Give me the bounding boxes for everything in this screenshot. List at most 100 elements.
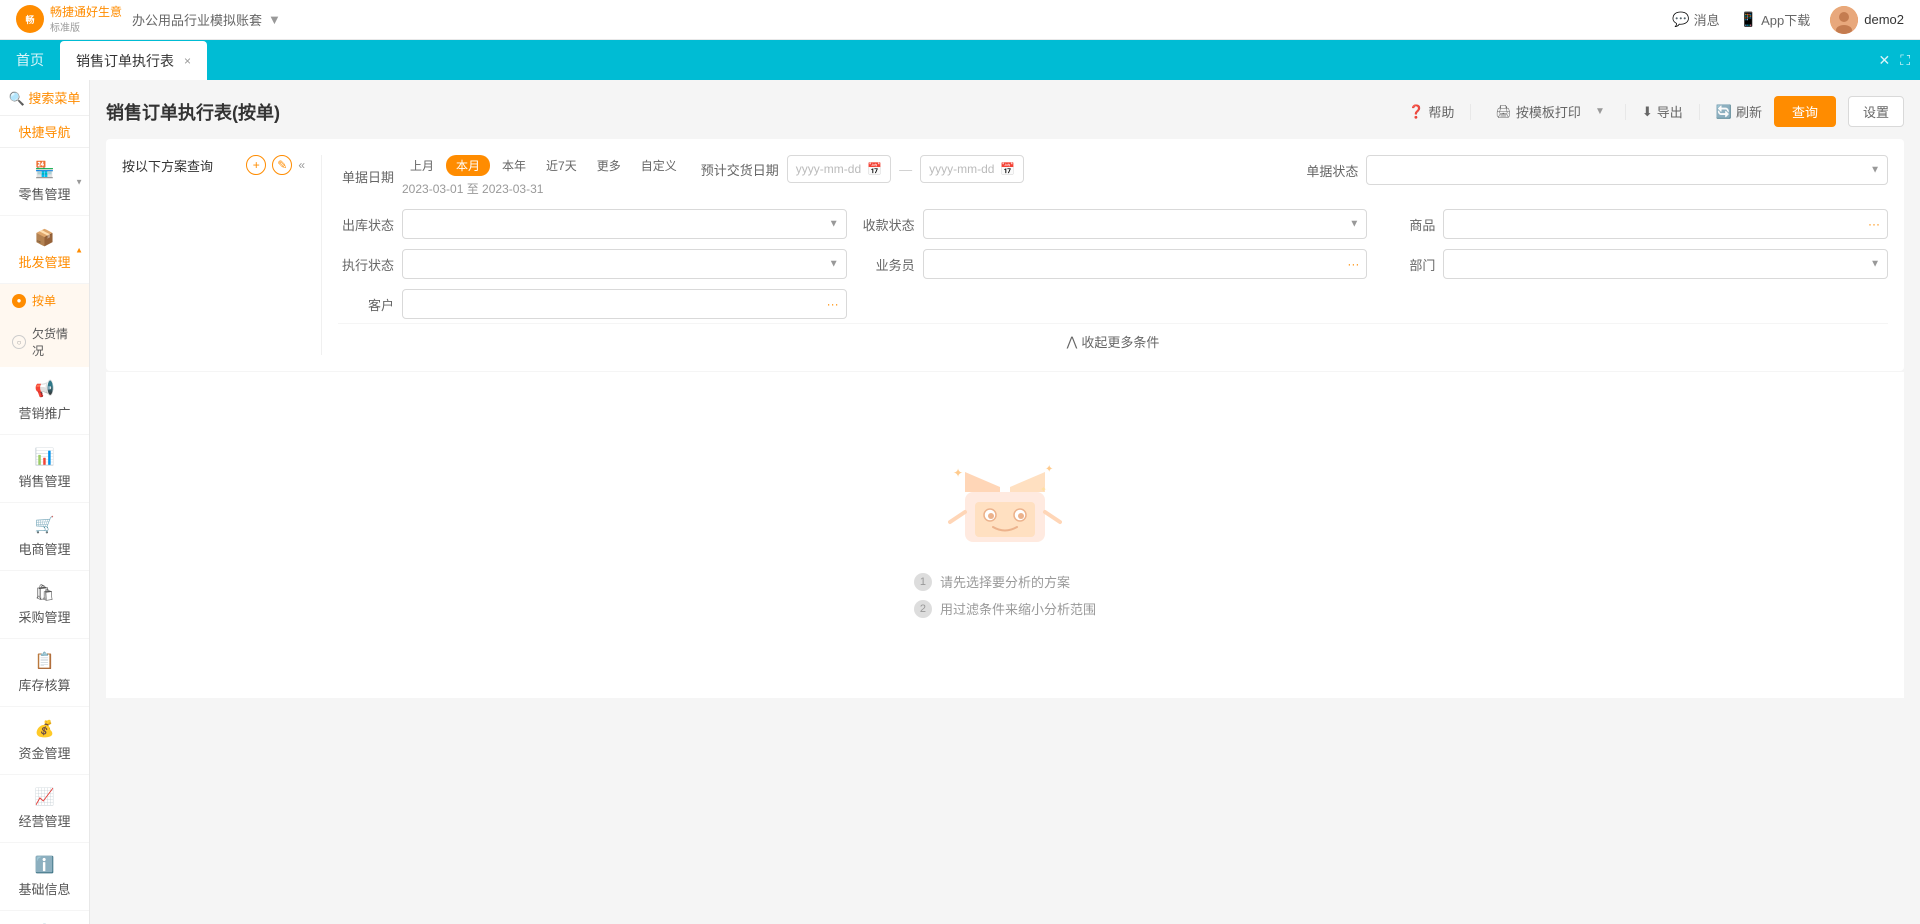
sidebar-sub-欠货情况-label: 欠货情况 (32, 325, 77, 359)
expected-date-end-input[interactable]: yyyy-mm-dd 📅 (920, 155, 1024, 183)
sidebar-quick-nav[interactable]: 快捷导航 (0, 116, 89, 148)
user-area[interactable]: demo2 (1830, 6, 1904, 34)
empty-illustration: ✦ ✦ ✦ (945, 452, 1065, 552)
sidebar-item-inventory[interactable]: 📋 库存核算 (0, 639, 89, 707)
expected-date-start-input[interactable]: yyyy-mm-dd 📅 (787, 155, 891, 183)
sidebar-item-retail[interactable]: 🏪 零售管理 (0, 148, 89, 216)
divider1 (1470, 104, 1471, 120)
doc-status-select[interactable] (1366, 155, 1888, 185)
logo-text-area: 畅捷通好生意 标准版 (50, 5, 122, 34)
empty-tips: 1 请先选择要分析的方案 2 用过滤条件来缩小分析范围 (914, 572, 1096, 618)
date-btn-last-month[interactable]: 上月 (402, 155, 442, 176)
stock-status-label: 出库状态 (338, 215, 394, 234)
sidebar-sub-按单-label: 按单 (32, 292, 56, 309)
tab-sales-exec-label: 销售订单执行表 (76, 51, 174, 71)
sidebar-item-ecommerce[interactable]: 🛒 电商管理 (0, 503, 89, 571)
date-btn-this-month[interactable]: 本月 (446, 155, 490, 176)
breadcrumb: 办公用品行业模拟账套 ▼ (132, 10, 281, 29)
goods-more-btn[interactable]: ··· (1868, 217, 1880, 231)
empty-tip-1-text: 请先选择要分析的方案 (940, 572, 1070, 591)
sidebar-item-basic[interactable]: ℹ️ 基础信息 (0, 843, 89, 911)
date-field-label: 单据日期 (338, 167, 394, 186)
customer-more-btn[interactable]: ··· (827, 297, 839, 311)
stock-status-select[interactable] (402, 209, 847, 239)
operations-icon: 📈 (35, 787, 55, 807)
download-icon: 📱 (1740, 11, 1757, 28)
sidebar-sub-item-按单[interactable]: ● 按单 (0, 284, 89, 317)
salesman-field: 业务员 ··· (859, 249, 1368, 279)
exec-status-field: 执行状态 ▼ (338, 249, 847, 279)
expected-date-label: 预计交货日期 (701, 160, 779, 179)
collapse-sidebar-btn[interactable]: « (298, 158, 305, 172)
dept-label: 部门 (1379, 255, 1435, 274)
refresh-label: 刷新 (1736, 102, 1762, 121)
salesman-input[interactable] (923, 249, 1368, 279)
user-name: demo2 (1864, 12, 1904, 27)
marketing-icon: 📢 (35, 379, 55, 399)
tab-close-all-btn[interactable]: ✕ (1878, 52, 1890, 69)
customer-input[interactable] (402, 289, 847, 319)
sidebar-item-system[interactable]: ⚙️ 系统管理 (0, 911, 89, 924)
tab-bar-right: ✕ ⛶ (1878, 52, 1920, 69)
sidebar-item-marketing[interactable]: 📢 营销推广 (0, 367, 89, 435)
message-icon: 💬 (1672, 11, 1689, 28)
print-btn-group: 🖨 按模板打印 ▼ (1487, 98, 1608, 125)
sidebar-item-purchase[interactable]: 🛍 采购管理 (0, 571, 89, 639)
filter-left: 按以下方案查询 + ✎ « (122, 155, 322, 355)
collapse-up-icon: ⋀ (1067, 334, 1078, 350)
empty-tip-2: 2 用过滤条件来缩小分析范围 (914, 599, 1096, 618)
sidebar-item-wholesale[interactable]: 📦 批发管理 (0, 216, 89, 284)
divider3 (1699, 104, 1700, 120)
sidebar-search[interactable]: 🔍 搜索菜单 (0, 80, 89, 116)
exec-status-select[interactable] (402, 249, 847, 279)
print-label: 按模板打印 (1516, 102, 1581, 121)
export-btn[interactable]: ⬇ 导出 (1642, 102, 1683, 121)
empty-tip-2-text: 用过滤条件来缩小分析范围 (940, 599, 1096, 618)
sidebar-sub-item-欠货情况[interactable]: ○ 欠货情况 (0, 317, 89, 367)
help-icon: ❓ (1408, 104, 1424, 120)
export-icon: ⬇ (1642, 104, 1653, 120)
collapse-row[interactable]: ⋀ 收起更多条件 (338, 323, 1888, 355)
sidebar-item-finance[interactable]: 💰 资金管理 (0, 707, 89, 775)
help-btn[interactable]: ❓ 帮助 (1408, 102, 1454, 121)
search-btn[interactable]: 查询 (1774, 96, 1836, 127)
sub-gray-dot: ○ (12, 335, 26, 349)
dept-select[interactable] (1443, 249, 1888, 279)
customer-label: 客户 (338, 295, 394, 314)
tab-home[interactable]: 首页 (0, 40, 60, 80)
settings-btn[interactable]: 设置 (1848, 96, 1904, 127)
tab-expand-btn[interactable]: ⛶ (1900, 52, 1910, 69)
salesman-more-btn[interactable]: ··· (1347, 257, 1359, 271)
breadcrumb-dropdown-icon[interactable]: ▼ (268, 12, 281, 27)
payment-status-select[interactable] (923, 209, 1368, 239)
filter-right: 单据日期 上月 本月 本年 近7天 更多 自定义 (322, 155, 1888, 355)
print-btn[interactable]: 🖨 按模板打印 (1487, 98, 1589, 125)
avatar (1830, 6, 1858, 34)
customer-field: 客户 ··· (338, 289, 847, 319)
tab-sales-exec[interactable]: 销售订单执行表 × (60, 41, 207, 81)
message-btn[interactable]: 💬 消息 (1672, 10, 1719, 29)
sidebar-item-sales-label: 销售管理 (18, 471, 70, 490)
empty-tip-1: 1 请先选择要分析的方案 (914, 572, 1096, 591)
page-title-bar: 销售订单执行表(按单) ❓ 帮助 🖨 按模板打印 ▼ (106, 96, 1904, 127)
add-scheme-btn[interactable]: + (246, 155, 266, 175)
date-btn-this-year[interactable]: 本年 (494, 155, 534, 176)
edit-scheme-btn[interactable]: ✎ (272, 155, 292, 175)
goods-input[interactable] (1443, 209, 1888, 239)
print-dropdown-btn[interactable]: ▼ (1591, 102, 1609, 121)
sidebar-search-label: 搜索菜单 (28, 91, 80, 106)
sidebar-item-operations[interactable]: 📈 经营管理 (0, 775, 89, 843)
calendar-start-icon: 📅 (867, 162, 882, 176)
logo-area: 畅 畅捷通好生意 标准版 (16, 5, 122, 34)
app-download-btn[interactable]: 📱 App下载 (1740, 10, 1811, 29)
svg-text:✦: ✦ (953, 466, 963, 480)
tab-home-label: 首页 (16, 50, 44, 70)
divider2 (1625, 104, 1626, 120)
date-btn-custom[interactable]: 自定义 (633, 155, 685, 176)
tab-close-icon[interactable]: × (184, 55, 191, 67)
refresh-btn[interactable]: 🔄 刷新 (1716, 102, 1762, 121)
sidebar-item-sales[interactable]: 📊 销售管理 (0, 435, 89, 503)
date-btn-more[interactable]: 更多 (589, 155, 629, 176)
date-start-placeholder: yyyy-mm-dd (796, 162, 861, 176)
date-btn-7days[interactable]: 近7天 (538, 155, 585, 176)
